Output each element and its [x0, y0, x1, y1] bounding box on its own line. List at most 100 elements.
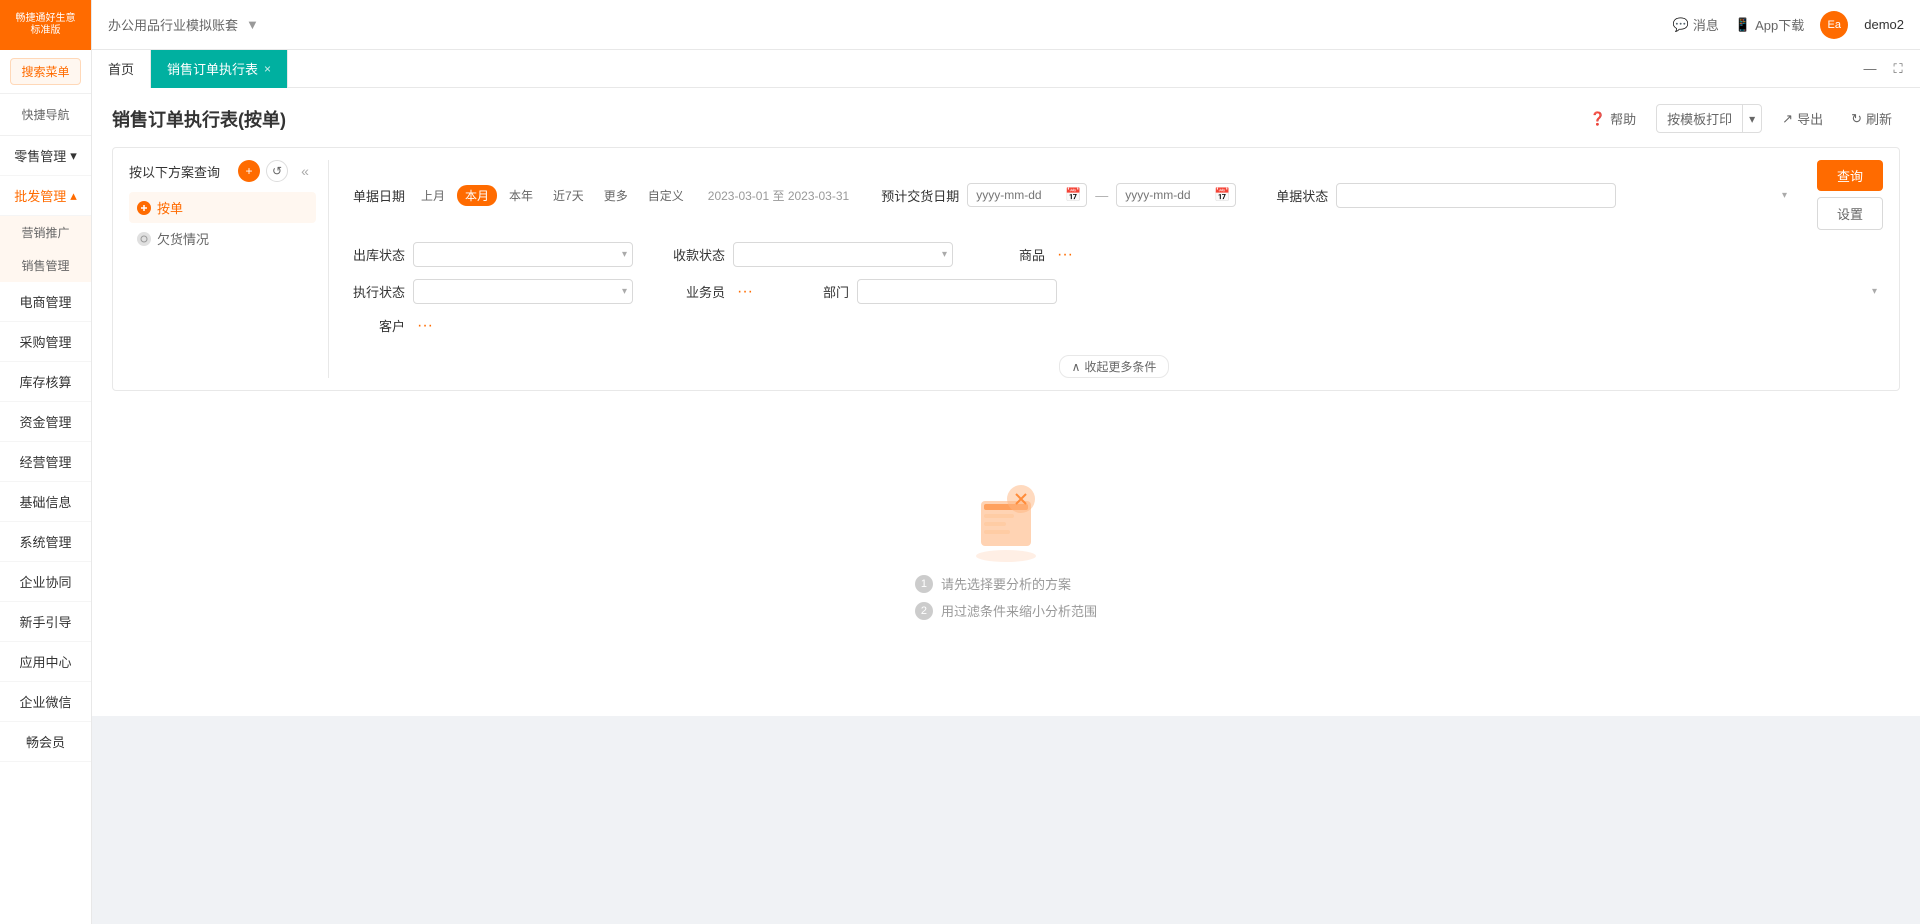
date-tab-more[interactable]: 更多: [596, 185, 636, 206]
tab-maximize-button[interactable]: ⛶: [1888, 59, 1908, 79]
sidebar-item-enterprise[interactable]: 企业协同: [0, 562, 91, 602]
empty-illustration: [956, 471, 1056, 574]
doc-status-select-wrap: ▾: [1336, 183, 1793, 208]
expected-delivery-start-input[interactable]: [967, 183, 1087, 207]
salesperson-dots[interactable]: ···: [733, 283, 757, 301]
exec-status-select[interactable]: [413, 279, 633, 304]
collapse-button[interactable]: ∧ 收起更多条件: [1059, 355, 1170, 378]
tip-2-num: 2: [915, 602, 933, 620]
tab-minimize-button[interactable]: —: [1860, 59, 1880, 79]
doc-status-chevron: ▾: [1782, 190, 1787, 201]
date-tab-this-month[interactable]: 本月: [457, 185, 497, 206]
topbar-left: 办公用品行业模拟账套 ▼: [108, 15, 259, 34]
print-template-arrow[interactable]: ▾: [1743, 108, 1761, 130]
filter-sidebar: 按以下方案查询 + ↺ « 按单: [129, 160, 329, 378]
sidebar-item-basic[interactable]: 基础信息: [0, 482, 91, 522]
sidebar-item-newuser[interactable]: 新手引导: [0, 602, 91, 642]
sidebar-item-member[interactable]: 畅会员: [0, 722, 91, 762]
exec-status-label: 执行状态: [345, 282, 405, 301]
print-template-label[interactable]: 按模板打印: [1657, 105, 1743, 132]
print-template-button[interactable]: 按模板打印 ▾: [1656, 104, 1762, 133]
filter-layout: 按以下方案查询 + ↺ « 按单: [129, 160, 1883, 378]
settings-button[interactable]: 设置: [1817, 197, 1883, 230]
page-header-actions: ❓ 帮助 按模板打印 ▾ ↗ 导出 ↻ 刷新: [1582, 104, 1900, 133]
out-status-label: 出库状态: [345, 245, 405, 264]
date-tab-custom[interactable]: 自定义: [640, 185, 692, 206]
salesperson-label: 业务员: [665, 282, 725, 301]
goods-label: 商品: [985, 245, 1045, 264]
filter-panel: 按以下方案查询 + ↺ « 按单: [112, 147, 1900, 391]
tab-close-icon[interactable]: ×: [264, 62, 271, 76]
sidebar-item-purchase[interactable]: 采购管理: [0, 322, 91, 362]
help-button[interactable]: ❓ 帮助: [1582, 105, 1644, 132]
payment-status-select[interactable]: [733, 242, 953, 267]
date-range-text: 2023-03-01 至 2023-03-31: [708, 187, 849, 204]
sidebar-item-wholesale[interactable]: 批发管理 ▴: [0, 176, 91, 216]
export-icon: ↗: [1782, 111, 1793, 127]
sidebar-item-ecommerce[interactable]: 电商管理: [0, 282, 91, 322]
tab-home[interactable]: 首页: [92, 50, 151, 88]
filter-option-by-order[interactable]: 按单: [129, 192, 316, 223]
sidebar-item-appcenter[interactable]: 应用中心: [0, 642, 91, 682]
tab-sales-order[interactable]: 销售订单执行表 ×: [151, 50, 288, 88]
message-button[interactable]: 💬 消息: [1673, 15, 1719, 34]
out-status-select[interactable]: [413, 242, 633, 267]
sidebar-menu: 零售管理 ▾ 批发管理 ▴ 营销推广 销售管理 电商管理 采购管理 库存核算 资…: [0, 136, 91, 924]
refresh-icon: ↻: [1851, 111, 1862, 127]
doc-status-select[interactable]: [1336, 183, 1616, 208]
quick-nav-item[interactable]: 快捷导航: [0, 100, 91, 129]
date-tabs: 上月 本月 本年 近7天 更多 自定义: [413, 185, 692, 206]
avatar[interactable]: Ea: [1820, 11, 1848, 39]
search-menu-button[interactable]: 搜索菜单: [10, 58, 81, 85]
department-label: 部门: [789, 282, 849, 301]
app-logo: 畅捷通好生意 标准版: [0, 0, 91, 50]
expected-delivery-group: 预计交货日期 📅 — 📅: [881, 183, 1236, 207]
refresh-scheme-button[interactable]: ↺: [266, 160, 288, 182]
customer-dots[interactable]: ···: [413, 317, 437, 335]
add-scheme-button[interactable]: +: [238, 160, 260, 182]
sidebar-search-section: 搜索菜单: [0, 50, 91, 94]
main-area: 办公用品行业模拟账套 ▼ 💬 消息 📱 App下载 Ea demo2 首页 销售…: [92, 0, 1920, 924]
wholesale-submenu: 营销推广 销售管理: [0, 216, 91, 282]
doc-status-group: 单据状态 ▾: [1268, 183, 1793, 208]
sidebar-item-retail[interactable]: 零售管理 ▾: [0, 136, 91, 176]
filter-option-stock-shortage[interactable]: 欠货情况: [129, 223, 316, 254]
collapse-sidebar-button[interactable]: «: [294, 160, 316, 182]
filter-sidebar-title: 按以下方案查询: [129, 162, 220, 181]
app-download-button[interactable]: 📱 App下载: [1735, 15, 1804, 34]
page-header: 销售订单执行表(按单) ❓ 帮助 按模板打印 ▾ ↗ 导出: [112, 104, 1900, 133]
option-icon-by-order: [137, 201, 151, 215]
filter-option-by-order-label: 按单: [157, 198, 183, 217]
empty-tip-1: 1 请先选择要分析的方案: [915, 574, 1097, 593]
query-button[interactable]: 查询: [1817, 160, 1883, 191]
sidebar-item-operations[interactable]: 经营管理: [0, 442, 91, 482]
topbar-arrow-icon[interactable]: ▼: [246, 17, 259, 32]
tip-1-text: 请先选择要分析的方案: [941, 574, 1071, 593]
sidebar-item-retail-label: 零售管理: [14, 146, 66, 165]
department-select[interactable]: [857, 279, 1057, 304]
collapse-row: ∧ 收起更多条件: [345, 347, 1883, 378]
tip-2-text: 用过滤条件来缩小分析范围: [941, 601, 1097, 620]
sidebar-sub-sales[interactable]: 销售管理: [0, 249, 91, 282]
date-tab-this-year[interactable]: 本年: [501, 185, 541, 206]
sidebar-sub-marketing[interactable]: 营销推广: [0, 216, 91, 249]
chevron-down-icon: ▾: [70, 148, 77, 164]
username-label[interactable]: demo2: [1864, 17, 1904, 32]
tip-1-num: 1: [915, 575, 933, 593]
sidebar-item-inventory[interactable]: 库存核算: [0, 362, 91, 402]
doc-status-label: 单据状态: [1268, 186, 1328, 205]
sidebar-item-finance[interactable]: 资金管理: [0, 402, 91, 442]
collapse-label: 收起更多条件: [1084, 358, 1156, 375]
sidebar-item-system[interactable]: 系统管理: [0, 522, 91, 562]
goods-dots[interactable]: ···: [1053, 246, 1077, 264]
page-container: 销售订单执行表(按单) ❓ 帮助 按模板打印 ▾ ↗ 导出: [92, 88, 1920, 716]
goods-group: 商品 ···: [985, 245, 1883, 264]
payment-status-group: 收款状态 ▾: [665, 242, 953, 267]
expected-delivery-end-input[interactable]: [1116, 183, 1236, 207]
export-button[interactable]: ↗ 导出: [1774, 105, 1831, 132]
help-icon: ❓: [1590, 111, 1606, 127]
date-tab-7days[interactable]: 近7天: [545, 185, 592, 206]
date-tab-last-month[interactable]: 上月: [413, 185, 453, 206]
sidebar-item-wechat[interactable]: 企业微信: [0, 682, 91, 722]
refresh-button[interactable]: ↻ 刷新: [1843, 105, 1900, 132]
